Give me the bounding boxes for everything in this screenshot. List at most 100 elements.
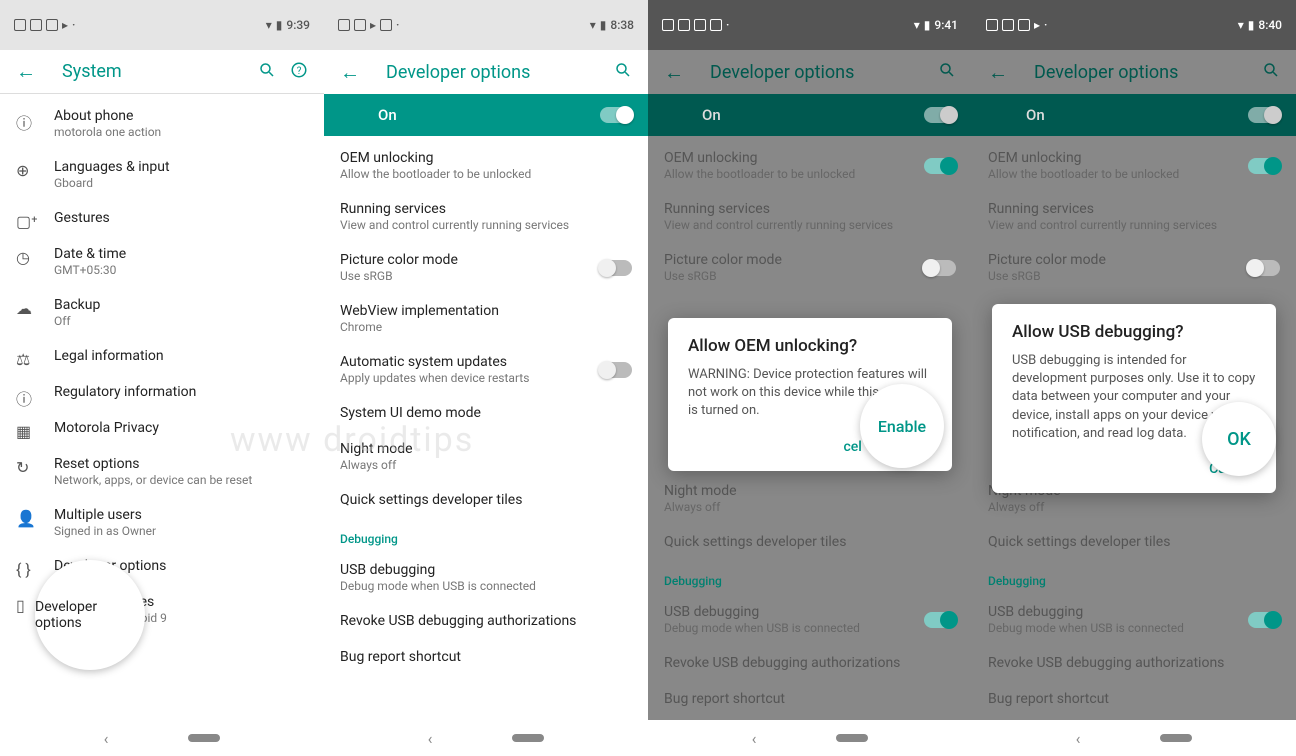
list-item-legal[interactable]: ⚖Legal information <box>0 338 324 374</box>
grid-icon: ▦ <box>16 422 36 442</box>
reset-icon: ↻ <box>16 458 36 478</box>
status-bar: · ▾▮9:41 <box>648 0 972 50</box>
item-running-services: Running servicesView and control current… <box>648 191 972 242</box>
list-item-gestures[interactable]: ▢⁺Gestures <box>0 200 324 236</box>
status-bar: ▸· ▾▮9:39 <box>0 0 324 50</box>
nav-home-pill[interactable] <box>512 734 544 742</box>
app-bar-dev: ← Developer options <box>324 50 648 94</box>
gesture-icon: ▢⁺ <box>16 212 36 232</box>
nav-back-icon[interactable]: ‹ <box>104 729 109 748</box>
search-icon[interactable] <box>258 60 276 84</box>
item-revoke-usb: Revoke USB debugging authorizations <box>972 645 1296 681</box>
on-bar[interactable]: On <box>324 94 648 136</box>
item-night-mode[interactable]: Night modeAlways off <box>324 431 648 482</box>
item-bug-report[interactable]: Bug report shortcut <box>324 639 648 675</box>
item-night-mode: Night modeAlways off <box>648 473 972 524</box>
section-debugging: Debugging <box>972 560 1296 594</box>
toggle-picture-color[interactable] <box>600 260 632 276</box>
search-icon[interactable] <box>1262 60 1280 84</box>
highlight-developer-options: Developer options <box>35 560 145 670</box>
toggle-dev-options <box>924 107 956 123</box>
item-quick-settings-tiles[interactable]: Quick settings developer tiles <box>324 482 648 518</box>
clock-icon: ◷ <box>16 248 36 268</box>
highlight-enable-button: Enable <box>860 384 944 468</box>
status-bar: ▸· ▾▮8:40 <box>972 0 1296 50</box>
back-icon[interactable]: ← <box>988 60 1008 85</box>
list-item-backup[interactable]: ☁BackupOff <box>0 287 324 338</box>
user-icon: 👤 <box>16 509 36 529</box>
info-icon: ⓘ <box>16 110 36 130</box>
list-item-date-time[interactable]: ◷Date & timeGMT+05:30 <box>0 236 324 287</box>
toggle-oem-unlocking <box>924 158 956 174</box>
item-auto-system-updates[interactable]: Automatic system updatesApply updates wh… <box>324 344 648 395</box>
toggle-auto-updates[interactable] <box>600 362 632 378</box>
legal-icon: ⚖ <box>16 350 36 370</box>
dialog-title: Allow USB debugging? <box>1012 322 1256 342</box>
back-icon[interactable]: ← <box>16 59 36 84</box>
list-item-about-phone[interactable]: ⓘAbout phonemotorola one action <box>0 98 324 149</box>
code-icon: { } <box>16 560 36 580</box>
item-revoke-usb: Revoke USB debugging authorizations <box>648 645 972 681</box>
nav-back-icon[interactable]: ‹ <box>428 729 433 748</box>
status-time: 9:41 <box>934 18 958 32</box>
toggle-dev-options[interactable] <box>600 107 632 123</box>
svg-text:?: ? <box>297 65 302 76</box>
page-title: Developer options <box>710 62 924 83</box>
cloud-icon: ☁ <box>16 299 36 319</box>
section-debugging: Debugging <box>324 518 648 552</box>
status-bar: ▸· ▾▮8:38 <box>324 0 648 50</box>
item-system-ui-demo[interactable]: System UI demo mode <box>324 395 648 431</box>
list-item-motorola-privacy[interactable]: ▦Motorola Privacy <box>0 410 324 446</box>
item-oem-unlocking[interactable]: OEM unlockingAllow the bootloader to be … <box>324 140 648 191</box>
list-item-reset[interactable]: ↻Reset optionsNetwork, apps, or device c… <box>0 446 324 497</box>
toggle-picture-color <box>924 260 956 276</box>
item-bug-report: Bug report shortcut <box>972 681 1296 717</box>
list-item-regulatory[interactable]: ⓘRegulatory information <box>0 374 324 410</box>
info-icon: ⓘ <box>16 386 36 406</box>
help-icon[interactable]: ? <box>290 60 308 84</box>
toggle-usb-debugging <box>924 612 956 628</box>
dialog-title: Allow OEM unlocking? <box>688 336 932 356</box>
status-time: 9:39 <box>286 18 310 32</box>
item-revoke-usb[interactable]: Revoke USB debugging authorizations <box>324 603 648 639</box>
nav-home-pill[interactable] <box>1160 734 1192 742</box>
search-icon[interactable] <box>614 60 632 84</box>
toggle-usb-debugging <box>1248 612 1280 628</box>
toggle-dev-options <box>1248 107 1280 123</box>
highlight-ok-button: OK <box>1202 402 1276 476</box>
item-picture-color-mode[interactable]: Picture color modeUse sRGB <box>324 242 648 293</box>
app-bar-dev: ← Developer options <box>972 50 1296 94</box>
item-picture-color-mode: Picture color modeUse sRGB <box>648 242 972 293</box>
list-item-multiple-users[interactable]: 👤Multiple usersSigned in as Owner <box>0 497 324 548</box>
nav-home-pill[interactable] <box>836 734 868 742</box>
toggle-oem-unlocking <box>1248 158 1280 174</box>
section-debugging: Debugging <box>648 560 972 594</box>
item-running-services[interactable]: Running servicesView and control current… <box>324 191 648 242</box>
update-icon: ▯ <box>16 596 36 616</box>
item-quick-settings-tiles: Quick settings developer tiles <box>972 524 1296 560</box>
item-bug-report: Bug report shortcut <box>648 681 972 717</box>
page-title: System <box>62 61 244 82</box>
item-webview[interactable]: WebView implementationChrome <box>324 293 648 344</box>
page-title: Developer options <box>1034 62 1248 83</box>
item-running-services: Running servicesView and control current… <box>972 191 1296 242</box>
item-usb-debugging: USB debuggingDebug mode when USB is conn… <box>648 594 972 645</box>
app-bar-dev: ← Developer options <box>648 50 972 94</box>
nav-home-pill[interactable] <box>188 734 220 742</box>
search-icon[interactable] <box>938 60 956 84</box>
list-item-languages[interactable]: ⊕Languages & inputGboard <box>0 149 324 200</box>
nav-back-icon[interactable]: ‹ <box>1076 729 1081 748</box>
on-bar: On <box>648 94 972 136</box>
item-oem-unlocking: OEM unlockingAllow the bootloader to be … <box>972 140 1296 191</box>
back-icon[interactable]: ← <box>340 60 360 85</box>
item-picture-color-mode: Picture color modeUse sRGB <box>972 242 1296 293</box>
status-time: 8:40 <box>1258 18 1282 32</box>
page-title: Developer options <box>386 62 600 83</box>
item-quick-settings-tiles: Quick settings developer tiles <box>648 524 972 560</box>
nav-back-icon[interactable]: ‹ <box>752 729 757 748</box>
toggle-picture-color <box>1248 260 1280 276</box>
back-icon[interactable]: ← <box>664 60 684 85</box>
status-time: 8:38 <box>610 18 634 32</box>
navigation-bar: ‹ ‹ ‹ ‹ <box>0 720 1296 756</box>
item-usb-debugging[interactable]: USB debuggingDebug mode when USB is conn… <box>324 552 648 603</box>
